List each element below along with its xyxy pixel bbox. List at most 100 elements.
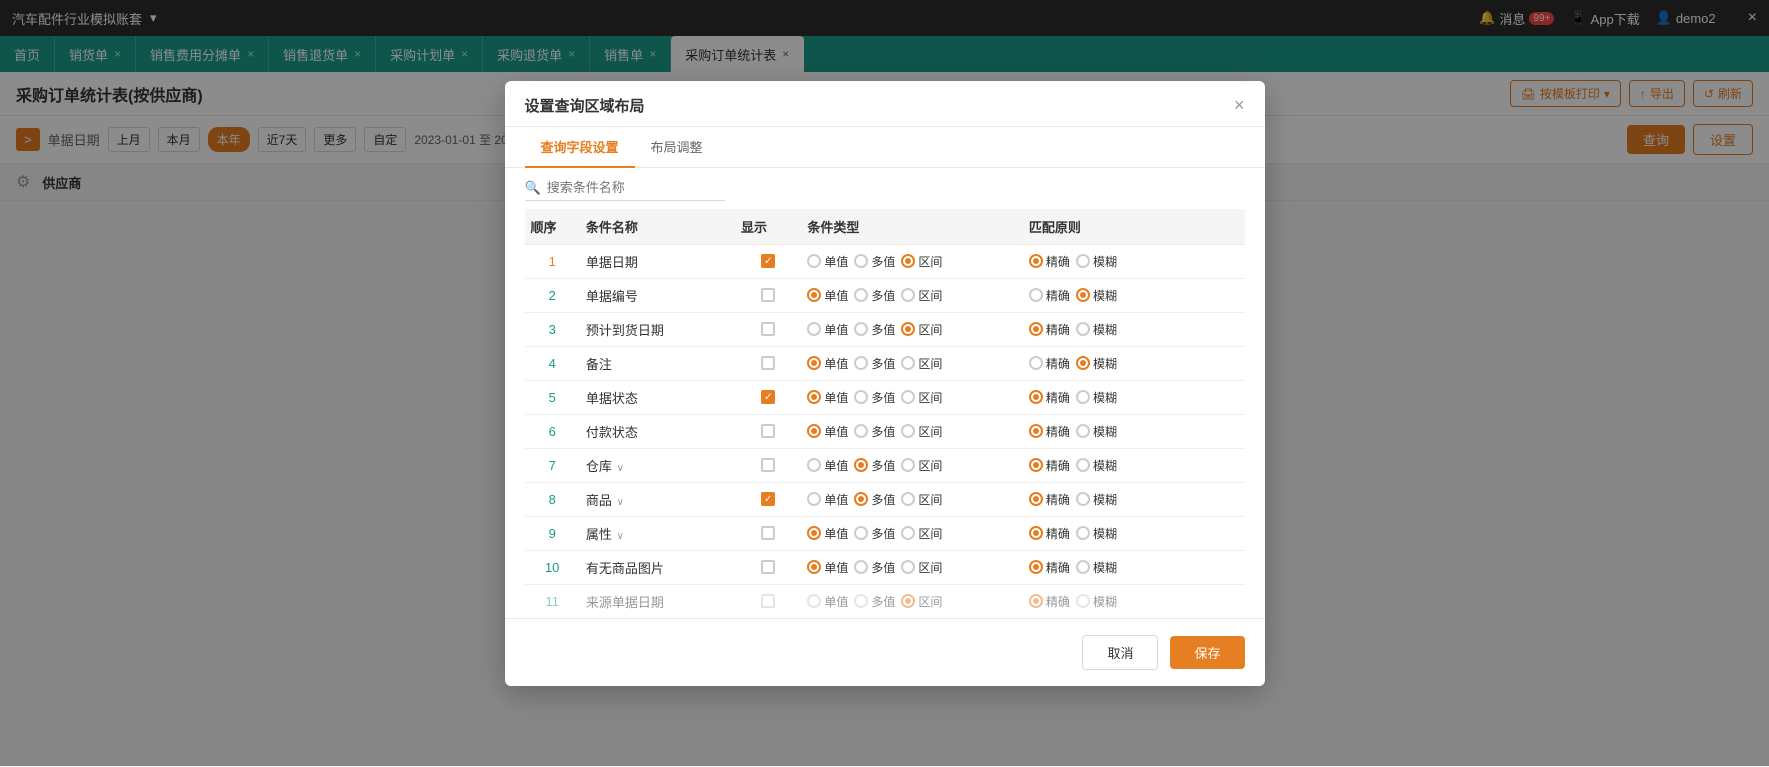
radio-circle-icon <box>901 560 915 574</box>
show-checkbox[interactable] <box>761 424 775 438</box>
radio-circle-icon <box>854 254 868 268</box>
type-radio-type_single[interactable]: 单值 <box>807 491 848 508</box>
type-radio-type_range[interactable]: 区间 <box>901 287 942 304</box>
radio-circle-icon <box>901 526 915 540</box>
match-radio-match_exact[interactable]: 精确 <box>1029 355 1070 372</box>
type-radio-type_range[interactable]: 区间 <box>901 423 942 440</box>
radio-circle-icon <box>807 594 821 608</box>
type-radio-type_range[interactable]: 区间 <box>901 491 942 508</box>
show-checkbox[interactable]: ✓ <box>761 492 775 506</box>
type-radio-type_single[interactable]: 单值 <box>807 559 848 576</box>
type-radio-type_single[interactable]: 单值 <box>807 457 848 474</box>
table-row: 3预计到货日期单值多值区间精确模糊 <box>525 312 1245 346</box>
type-radio-type_range[interactable]: 区间 <box>901 593 942 610</box>
show-checkbox[interactable]: ✓ <box>761 390 775 404</box>
type-radio-type_range[interactable]: 区间 <box>901 457 942 474</box>
type-radio-type_range[interactable]: 区间 <box>901 525 942 542</box>
radio-circle-icon <box>1076 356 1090 370</box>
type-radio-type_range[interactable]: 区间 <box>901 321 942 338</box>
show-checkbox[interactable] <box>761 526 775 540</box>
type-radio-type_multi[interactable]: 多值 <box>854 287 895 304</box>
modal-close-button[interactable]: × <box>1234 95 1245 116</box>
row-name: 属性 ∨ <box>580 516 735 550</box>
match-radio-match_exact[interactable]: 精确 <box>1029 593 1070 610</box>
match-radio-match_exact[interactable]: 精确 <box>1029 559 1070 576</box>
modal-tab-layout[interactable]: 布局调整 <box>635 127 719 168</box>
type-radio-type_multi[interactable]: 多值 <box>854 559 895 576</box>
type-radio-type_multi[interactable]: 多值 <box>854 457 895 474</box>
match-radio-match_exact[interactable]: 精确 <box>1029 321 1070 338</box>
row-name: 付款状态 <box>580 414 735 448</box>
type-radio-type_multi[interactable]: 多值 <box>854 389 895 406</box>
modal-header: 设置查询区域布局 × <box>505 81 1265 127</box>
type-radio-type_range[interactable]: 区间 <box>901 559 942 576</box>
type-radio-type_single[interactable]: 单值 <box>807 287 848 304</box>
radio-circle-icon <box>1076 254 1090 268</box>
type-radio-type_multi[interactable]: 多值 <box>854 253 895 270</box>
row-order: 1 <box>525 244 580 278</box>
type-radio-type_multi[interactable]: 多值 <box>854 593 895 610</box>
th-order: 顺序 <box>525 209 580 245</box>
type-radio-type_single[interactable]: 单值 <box>807 321 848 338</box>
row-match: 精确模糊 <box>1023 516 1245 550</box>
match-radio-match_fuzzy[interactable]: 模糊 <box>1076 457 1117 474</box>
type-radio-type_multi[interactable]: 多值 <box>854 491 895 508</box>
type-radio-type_single[interactable]: 单值 <box>807 525 848 542</box>
show-checkbox[interactable]: ✓ <box>761 254 775 268</box>
match-radio-match_fuzzy[interactable]: 模糊 <box>1076 593 1117 610</box>
type-radio-type_single[interactable]: 单值 <box>807 253 848 270</box>
match-radio-match_exact[interactable]: 精确 <box>1029 525 1070 542</box>
modal-tab-layout-label: 布局调整 <box>651 140 703 155</box>
save-button[interactable]: 保存 <box>1170 636 1244 669</box>
type-radio-type_range[interactable]: 区间 <box>901 253 942 270</box>
match-radio-match_fuzzy[interactable]: 模糊 <box>1076 287 1117 304</box>
match-radio-match_exact[interactable]: 精确 <box>1029 389 1070 406</box>
radio-circle-icon <box>1076 458 1090 472</box>
match-radio-match_exact[interactable]: 精确 <box>1029 423 1070 440</box>
radio-circle-icon <box>1029 356 1043 370</box>
modal-tab-query-fields[interactable]: 查询字段设置 <box>525 127 635 168</box>
dropdown-caret-icon: ∨ <box>614 531 624 542</box>
match-radio-match_exact[interactable]: 精确 <box>1029 491 1070 508</box>
match-radio-match_fuzzy[interactable]: 模糊 <box>1076 491 1117 508</box>
show-checkbox[interactable] <box>761 594 775 608</box>
modal-search-area: 🔍 <box>505 168 1265 209</box>
type-radio-type_multi[interactable]: 多值 <box>854 423 895 440</box>
search-input[interactable] <box>547 180 725 195</box>
match-radio-match_exact[interactable]: 精确 <box>1029 253 1070 270</box>
match-radio-match_fuzzy[interactable]: 模糊 <box>1076 525 1117 542</box>
match-radio-match_exact[interactable]: 精确 <box>1029 457 1070 474</box>
type-radio-type_single[interactable]: 单值 <box>807 423 848 440</box>
type-radio-type_multi[interactable]: 多值 <box>854 355 895 372</box>
match-radio-match_fuzzy[interactable]: 模糊 <box>1076 389 1117 406</box>
type-radio-type_single[interactable]: 单值 <box>807 593 848 610</box>
show-checkbox[interactable] <box>761 288 775 302</box>
row-type: 单值多值区间 <box>801 482 1023 516</box>
type-radio-type_range[interactable]: 区间 <box>901 389 942 406</box>
row-type: 单值多值区间 <box>801 584 1023 618</box>
type-radio-type_single[interactable]: 单值 <box>807 355 848 372</box>
match-radio-match_fuzzy[interactable]: 模糊 <box>1076 253 1117 270</box>
type-radio-type_multi[interactable]: 多值 <box>854 525 895 542</box>
row-name: 备注 <box>580 346 735 380</box>
table-header-row: 顺序 条件名称 显示 条件类型 匹配原则 <box>525 209 1245 245</box>
row-order: 6 <box>525 414 580 448</box>
match-radio-match_fuzzy[interactable]: 模糊 <box>1076 355 1117 372</box>
match-radio-match_exact[interactable]: 精确 <box>1029 287 1070 304</box>
show-checkbox[interactable] <box>761 322 775 336</box>
show-checkbox[interactable] <box>761 458 775 472</box>
th-type: 条件类型 <box>801 209 1023 245</box>
show-checkbox[interactable] <box>761 560 775 574</box>
row-name: 商品 ∨ <box>580 482 735 516</box>
match-radio-match_fuzzy[interactable]: 模糊 <box>1076 321 1117 338</box>
match-radio-match_fuzzy[interactable]: 模糊 <box>1076 423 1117 440</box>
show-checkbox[interactable] <box>761 356 775 370</box>
row-match: 精确模糊 <box>1023 346 1245 380</box>
type-radio-type_multi[interactable]: 多值 <box>854 321 895 338</box>
radio-circle-icon <box>807 254 821 268</box>
row-show <box>735 346 801 380</box>
type-radio-type_range[interactable]: 区间 <box>901 355 942 372</box>
match-radio-match_fuzzy[interactable]: 模糊 <box>1076 559 1117 576</box>
cancel-button[interactable]: 取消 <box>1082 635 1158 670</box>
type-radio-type_single[interactable]: 单值 <box>807 389 848 406</box>
